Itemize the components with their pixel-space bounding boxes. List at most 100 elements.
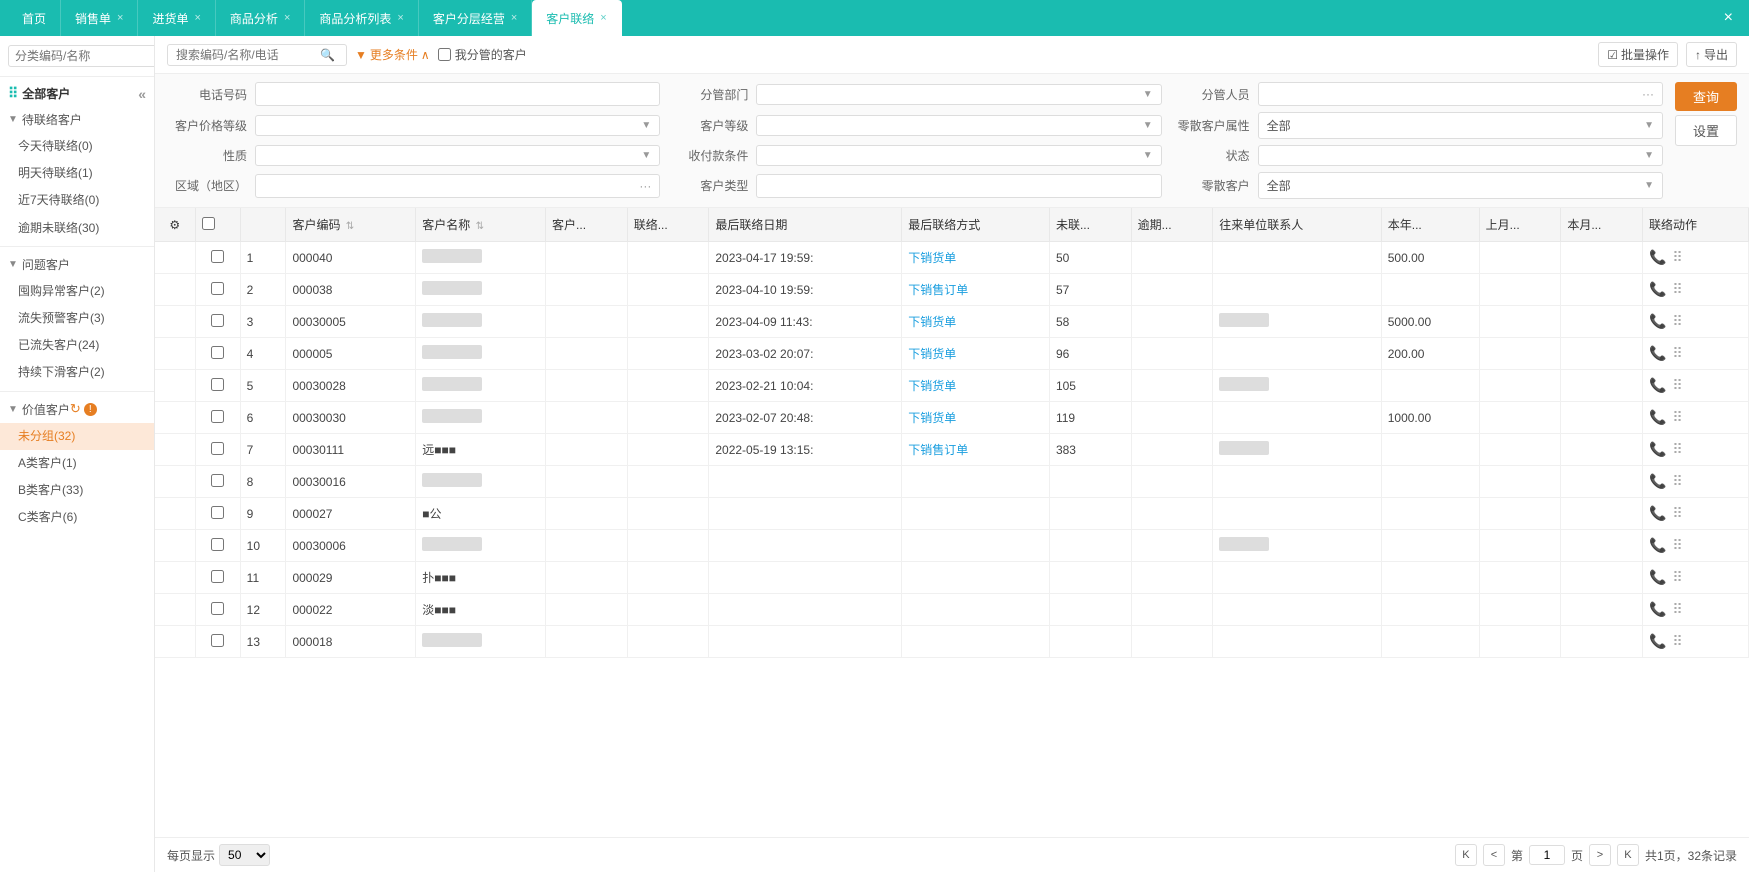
close-purchase-tab-icon[interactable]: × [194,12,200,24]
contact-grid-icon[interactable]: ⠿ [1672,281,1682,298]
th-checkbox[interactable] [195,208,240,242]
td-checkbox[interactable] [195,530,240,562]
contact-phone-icon[interactable]: 📞 [1649,569,1666,586]
contact-grid-icon[interactable]: ⠿ [1672,313,1682,330]
my-customers-checkbox[interactable]: 我分管的客户 [438,46,527,63]
page-prev-button[interactable]: < [1483,844,1505,866]
tab-customer-contact[interactable]: 客户联络 × [532,0,621,36]
contact-phone-icon[interactable]: 📞 [1649,601,1666,618]
contact-grid-icon[interactable]: ⠿ [1672,537,1682,554]
contact-phone-icon[interactable]: 📞 [1649,377,1666,394]
contact-grid-icon[interactable]: ⠿ [1672,473,1682,490]
td-last-method[interactable] [902,466,1050,498]
per-page-select[interactable]: 50 10 20 100 [219,844,270,866]
my-customers-check[interactable] [438,48,451,61]
export-button[interactable]: ↑ 导出 [1686,42,1737,67]
contact-phone-icon[interactable]: 📞 [1649,441,1666,458]
filter-payment-select[interactable]: ▼ [756,145,1161,166]
sidebar-item-week-pending[interactable]: 近7天待联络(0) [0,187,154,214]
sidebar-item-ungrouped[interactable]: 未分组(32) [0,423,154,450]
filter-price-tier-select[interactable]: ▼ [255,115,660,136]
sidebar-group-value[interactable]: ▼ 价值客户 ↻ ! [0,396,154,423]
filter-nature-select[interactable]: ▼ [255,145,660,166]
contact-phone-icon[interactable]: 📞 [1649,409,1666,426]
row-checkbox[interactable] [211,506,224,519]
sidebar-item-class-a[interactable]: A类客户(1) [0,450,154,477]
contact-grid-icon[interactable]: ⠿ [1672,377,1682,394]
window-close-icon[interactable]: × [1716,9,1741,27]
td-last-method[interactable]: 下销货单 [902,242,1050,274]
td-last-method[interactable]: 下销货单 [902,402,1050,434]
td-last-method[interactable] [902,562,1050,594]
td-last-method[interactable] [902,530,1050,562]
sidebar-item-overdue-pending[interactable]: 逾期未联络(30) [0,215,154,242]
sidebar-item-class-b[interactable]: B类客户(33) [0,477,154,504]
sidebar-group-problem[interactable]: ▼ 问题客户 [0,251,154,278]
last-method-link[interactable]: 下销货单 [908,347,956,361]
contact-phone-icon[interactable]: 📞 [1649,249,1666,266]
td-checkbox[interactable] [195,626,240,658]
td-last-method[interactable]: 下销货单 [902,338,1050,370]
sidebar-item-churned[interactable]: 已流失客户(24) [0,332,154,359]
last-method-link[interactable]: 下销售订单 [908,283,968,297]
td-last-method[interactable]: 下销售订单 [902,274,1050,306]
contact-phone-icon[interactable]: 📞 [1649,537,1666,554]
page-next-button[interactable]: > [1589,844,1611,866]
row-checkbox[interactable] [211,282,224,295]
tab-purchase[interactable]: 进货单 × [138,0,215,36]
td-last-method[interactable] [902,626,1050,658]
sidebar-item-abnormal[interactable]: 囤购异常客户(2) [0,278,154,305]
filter-retail-attr-select[interactable]: 全部 ▼ [1258,112,1663,139]
page-first-button[interactable]: K [1455,844,1477,866]
tab-customer-segment[interactable]: 客户分层经营 × [419,0,532,36]
tab-analysis[interactable]: 商品分析 × [216,0,305,36]
tab-sales[interactable]: 销售单 × [61,0,138,36]
contact-phone-icon[interactable]: 📞 [1649,473,1666,490]
td-last-method[interactable]: 下销货单 [902,306,1050,338]
row-checkbox[interactable] [211,570,224,583]
sidebar-item-today-pending[interactable]: 今天待联络(0) [0,133,154,160]
sidebar-item-class-c[interactable]: C类客户(6) [0,504,154,531]
row-checkbox[interactable] [211,538,224,551]
more-conditions-button[interactable]: ▼ 更多条件 ∧ [355,46,430,63]
td-checkbox[interactable] [195,242,240,274]
td-checkbox[interactable] [195,562,240,594]
td-checkbox[interactable] [195,434,240,466]
row-checkbox[interactable] [211,410,224,423]
td-checkbox[interactable] [195,466,240,498]
td-checkbox[interactable] [195,594,240,626]
filter-phone-input[interactable] [255,82,660,106]
row-checkbox[interactable] [211,474,224,487]
contact-grid-icon[interactable]: ⠿ [1672,409,1682,426]
close-customer-contact-tab-icon[interactable]: × [600,12,606,24]
collapse-sidebar-icon[interactable]: « [138,86,146,102]
th-name[interactable]: 客户名称 ⇅ [416,208,546,242]
filter-person-select[interactable]: ··· [1258,82,1663,106]
td-last-method[interactable] [902,594,1050,626]
td-last-method[interactable]: 下销售订单 [902,434,1050,466]
row-checkbox[interactable] [211,314,224,327]
batch-operation-button[interactable]: ☑ 批量操作 [1598,42,1678,67]
sidebar-item-tomorrow-pending[interactable]: 明天待联络(1) [0,160,154,187]
main-search-input[interactable] [176,48,316,62]
sidebar-item-declining[interactable]: 持续下滑客户(2) [0,359,154,386]
td-checkbox[interactable] [195,274,240,306]
td-checkbox[interactable] [195,370,240,402]
page-number-input[interactable] [1529,845,1565,865]
row-checkbox[interactable] [211,602,224,615]
select-all-checkbox[interactable] [202,217,215,230]
th-code[interactable]: 客户编码 ⇅ [286,208,416,242]
contact-grid-icon[interactable]: ⠿ [1672,601,1682,618]
td-checkbox[interactable] [195,338,240,370]
page-last-button[interactable]: K [1617,844,1639,866]
th-settings[interactable]: ⚙ [155,208,195,242]
contact-phone-icon[interactable]: 📞 [1649,313,1666,330]
tab-home[interactable]: 首页 [8,0,61,36]
td-checkbox[interactable] [195,498,240,530]
contact-grid-icon[interactable]: ⠿ [1672,505,1682,522]
td-last-method[interactable]: 下销货单 [902,370,1050,402]
contact-phone-icon[interactable]: 📞 [1649,633,1666,650]
row-checkbox[interactable] [211,634,224,647]
contact-grid-icon[interactable]: ⠿ [1672,633,1682,650]
refresh-icon[interactable]: ↻ [70,401,81,417]
